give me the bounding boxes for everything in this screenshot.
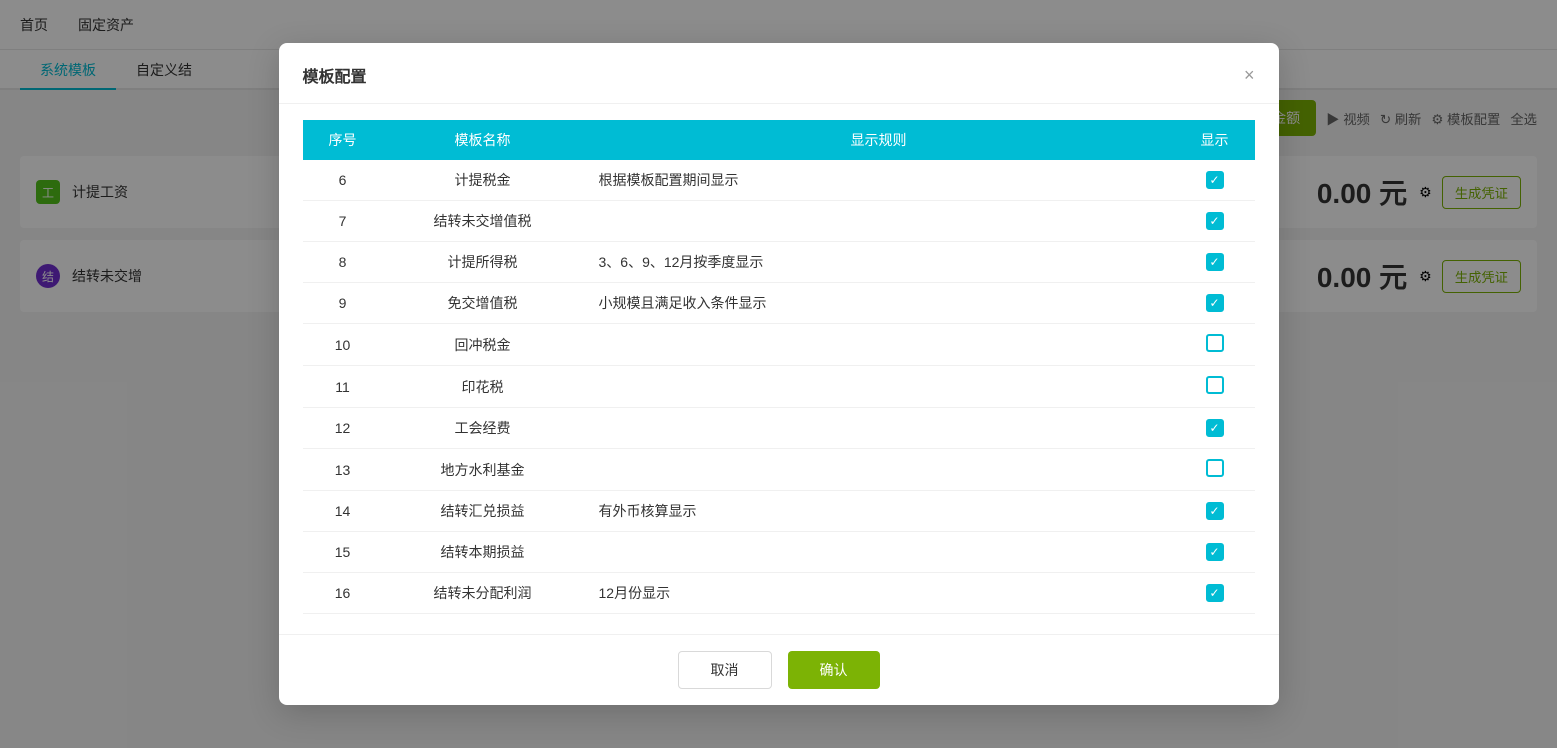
dialog-header: 模板配置 × bbox=[279, 43, 1279, 104]
cell-checkbox[interactable] bbox=[1175, 324, 1255, 366]
dialog-footer: 取消 确认 bbox=[279, 634, 1279, 705]
table-row: 14结转汇兑损益有外币核算显示 bbox=[303, 491, 1255, 532]
cell-id: 6 bbox=[303, 160, 383, 201]
cell-name: 结转汇兑损益 bbox=[383, 491, 583, 532]
cell-name: 工会经费 bbox=[383, 408, 583, 449]
table-header-row: 序号 模板名称 显示规则 显示 bbox=[303, 120, 1255, 160]
cancel-button[interactable]: 取消 bbox=[678, 651, 772, 689]
checkbox-14[interactable] bbox=[1206, 502, 1224, 520]
dialog-title: 模板配置 bbox=[303, 63, 367, 87]
table-row: 15结转本期损益 bbox=[303, 532, 1255, 573]
table-row: 13地方水利基金 bbox=[303, 449, 1255, 491]
checkbox-13[interactable] bbox=[1206, 459, 1224, 477]
table-wrapper[interactable]: 序号 模板名称 显示规则 显示 6计提税金根据模板配置期间显示7结转未交增值税8… bbox=[303, 120, 1255, 614]
cell-id: 12 bbox=[303, 408, 383, 449]
cell-rule: 有外币核算显示 bbox=[583, 491, 1175, 532]
cell-id: 13 bbox=[303, 449, 383, 491]
cell-checkbox[interactable] bbox=[1175, 201, 1255, 242]
cell-id: 15 bbox=[303, 532, 383, 573]
table-body: 6计提税金根据模板配置期间显示7结转未交增值税8计提所得税3、6、9、12月按季… bbox=[303, 160, 1255, 614]
cell-id: 16 bbox=[303, 573, 383, 614]
dialog-body: 序号 模板名称 显示规则 显示 6计提税金根据模板配置期间显示7结转未交增值税8… bbox=[279, 104, 1279, 634]
cell-checkbox[interactable] bbox=[1175, 366, 1255, 408]
table-row: 11印花税 bbox=[303, 366, 1255, 408]
cell-checkbox[interactable] bbox=[1175, 573, 1255, 614]
cell-rule bbox=[583, 449, 1175, 491]
col-header-display: 显示 bbox=[1175, 120, 1255, 160]
cell-rule bbox=[583, 408, 1175, 449]
cell-name: 印花税 bbox=[383, 366, 583, 408]
cell-name: 结转未交增值税 bbox=[383, 201, 583, 242]
cell-checkbox[interactable] bbox=[1175, 449, 1255, 491]
cell-rule bbox=[583, 532, 1175, 573]
checkbox-9[interactable] bbox=[1206, 294, 1224, 312]
table-row: 16结转未分配利润12月份显示 bbox=[303, 573, 1255, 614]
checkbox-11[interactable] bbox=[1206, 376, 1224, 394]
table-row: 8计提所得税3、6、9、12月按季度显示 bbox=[303, 242, 1255, 283]
checkbox-12[interactable] bbox=[1206, 419, 1224, 437]
cell-id: 14 bbox=[303, 491, 383, 532]
cell-checkbox[interactable] bbox=[1175, 242, 1255, 283]
template-config-dialog: 模板配置 × 序号 模板名称 显示规则 显示 6计提税金根据模板配置期间显示7结… bbox=[279, 43, 1279, 705]
table-row: 12工会经费 bbox=[303, 408, 1255, 449]
cell-checkbox[interactable] bbox=[1175, 491, 1255, 532]
cell-rule: 根据模板配置期间显示 bbox=[583, 160, 1175, 201]
checkbox-10[interactable] bbox=[1206, 334, 1224, 352]
col-header-name: 模板名称 bbox=[383, 120, 583, 160]
table-row: 10回冲税金 bbox=[303, 324, 1255, 366]
cell-rule bbox=[583, 366, 1175, 408]
cell-checkbox[interactable] bbox=[1175, 283, 1255, 324]
cell-checkbox[interactable] bbox=[1175, 532, 1255, 573]
confirm-button[interactable]: 确认 bbox=[788, 651, 880, 689]
cell-rule: 小规模且满足收入条件显示 bbox=[583, 283, 1175, 324]
cell-id: 9 bbox=[303, 283, 383, 324]
cell-rule bbox=[583, 201, 1175, 242]
cell-rule bbox=[583, 324, 1175, 366]
col-header-id: 序号 bbox=[303, 120, 383, 160]
cell-checkbox[interactable] bbox=[1175, 160, 1255, 201]
table-row: 7结转未交增值税 bbox=[303, 201, 1255, 242]
cell-id: 7 bbox=[303, 201, 383, 242]
config-table: 序号 模板名称 显示规则 显示 6计提税金根据模板配置期间显示7结转未交增值税8… bbox=[303, 120, 1255, 614]
cell-name: 计提所得税 bbox=[383, 242, 583, 283]
cell-id: 8 bbox=[303, 242, 383, 283]
checkbox-8[interactable] bbox=[1206, 253, 1224, 271]
cell-id: 10 bbox=[303, 324, 383, 366]
cell-rule: 3、6、9、12月按季度显示 bbox=[583, 242, 1175, 283]
checkbox-6[interactable] bbox=[1206, 171, 1224, 189]
cell-name: 计提税金 bbox=[383, 160, 583, 201]
dialog-close-button[interactable]: × bbox=[1244, 66, 1255, 84]
checkbox-7[interactable] bbox=[1206, 212, 1224, 230]
cell-id: 11 bbox=[303, 366, 383, 408]
cell-name: 地方水利基金 bbox=[383, 449, 583, 491]
table-row: 6计提税金根据模板配置期间显示 bbox=[303, 160, 1255, 201]
col-header-rule: 显示规则 bbox=[583, 120, 1175, 160]
cell-name: 回冲税金 bbox=[383, 324, 583, 366]
cell-checkbox[interactable] bbox=[1175, 408, 1255, 449]
table-row: 9免交增值税小规模且满足收入条件显示 bbox=[303, 283, 1255, 324]
cell-name: 结转未分配利润 bbox=[383, 573, 583, 614]
modal-overlay: 模板配置 × 序号 模板名称 显示规则 显示 6计提税金根据模板配置期间显示7结… bbox=[0, 0, 1557, 748]
cell-name: 结转本期损益 bbox=[383, 532, 583, 573]
cell-name: 免交增值税 bbox=[383, 283, 583, 324]
cell-rule: 12月份显示 bbox=[583, 573, 1175, 614]
checkbox-16[interactable] bbox=[1206, 584, 1224, 602]
checkbox-15[interactable] bbox=[1206, 543, 1224, 561]
